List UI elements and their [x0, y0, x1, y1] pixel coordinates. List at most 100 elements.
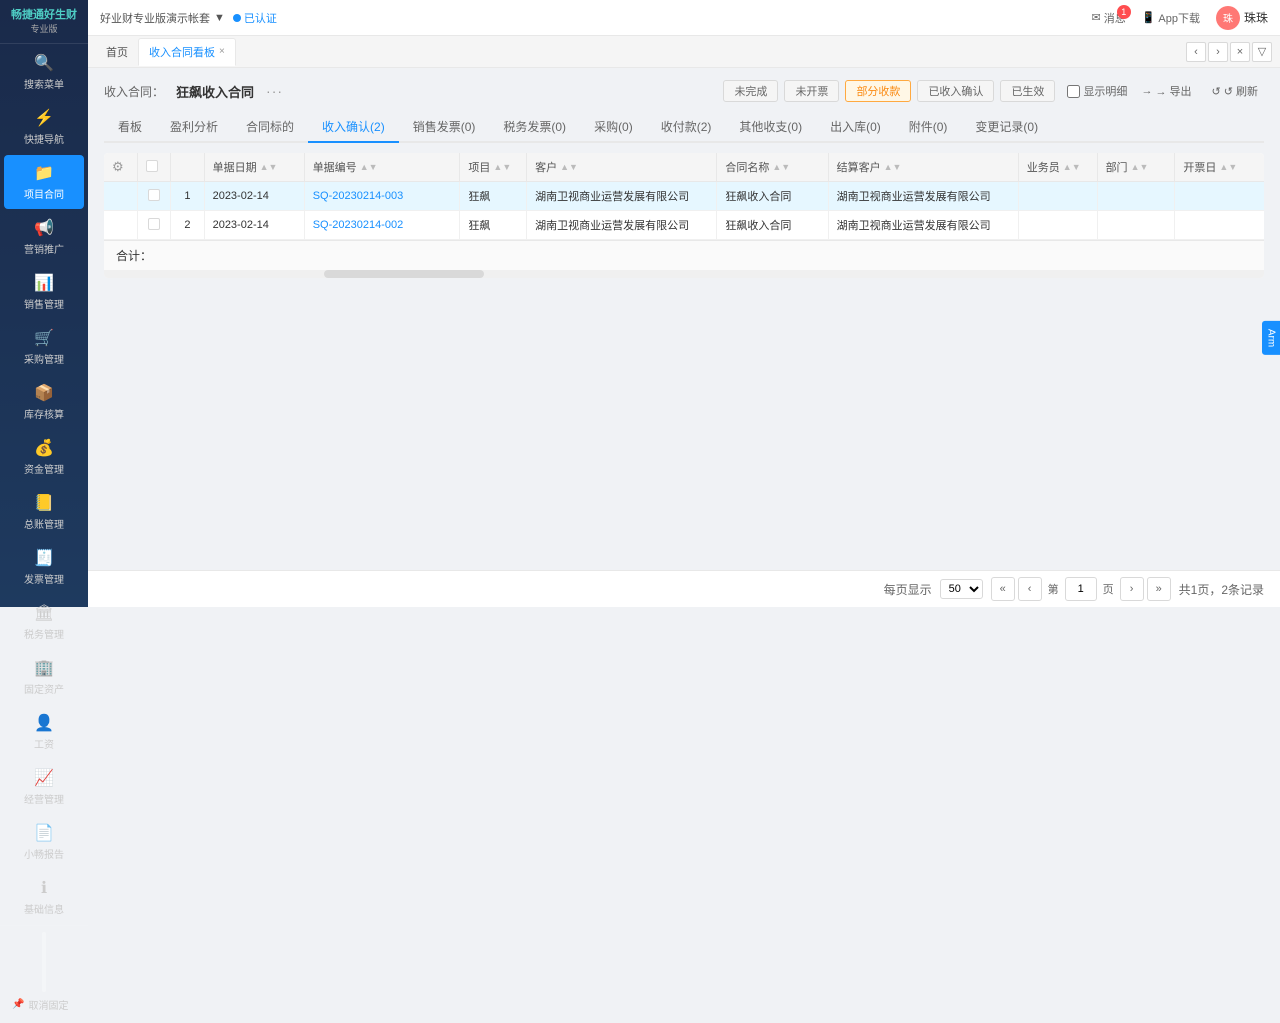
tab-contract-board[interactable]: 收入合同看板 × [138, 38, 236, 66]
sidebar-item-label: 基础信息 [24, 901, 64, 916]
col-sortable-open_date[interactable]: 开票日▲▼ [1183, 159, 1256, 175]
doc-number-link-1[interactable]: SQ-20230214-002 [313, 219, 404, 231]
row-checkbox-1[interactable] [148, 218, 160, 230]
doc-number-link-0[interactable]: SQ-20230214-003 [313, 190, 404, 202]
status-tag-已收入确认[interactable]: 已收入确认 [917, 80, 994, 102]
sidebar-item-fixed-assets[interactable]: 🏢固定资产 [4, 650, 84, 704]
col-header-customer[interactable]: 客户▲▼ [527, 153, 717, 182]
sidebar-item-operations[interactable]: 📈经营管理 [4, 760, 84, 814]
inner-tab-看板[interactable]: 看板 [104, 112, 156, 143]
sidebar-item-reports[interactable]: 📄小畅报告 [4, 815, 84, 869]
pagination-bar: 每页显示 50 « ‹ 第 页 › » 共1页，2条记录 [88, 570, 1280, 607]
cell-checkbox [137, 211, 170, 240]
sidebar-item-search[interactable]: 🔍搜索菜单 [4, 45, 84, 99]
inner-tab-收付款[interactable]: 收付款(2) [647, 112, 726, 143]
col-label-department: 部门 [1106, 159, 1128, 175]
sidebar-item-quick-nav[interactable]: ⚡快捷导航 [4, 100, 84, 154]
col-label-open_date: 开票日 [1183, 159, 1216, 175]
col-sortable-number[interactable]: 单据编号▲▼ [313, 159, 452, 175]
row-checkbox-0[interactable] [148, 189, 160, 201]
col-sortable-salesperson[interactable]: 业务员▲▼ [1027, 159, 1089, 175]
prev-page-button[interactable]: ‹ [1018, 577, 1042, 601]
settings-icon[interactable]: ⚙ [112, 159, 124, 174]
col-header-contract_name[interactable]: 合同名称▲▼ [717, 153, 828, 182]
status-tag-部分收款[interactable]: 部分收款 [845, 80, 911, 102]
col-header-checkbox[interactable] [137, 153, 170, 182]
col-sortable-customer[interactable]: 客户▲▼ [535, 159, 708, 175]
show-detail-input[interactable] [1067, 85, 1080, 98]
tab-home[interactable]: 首页 [96, 38, 138, 66]
col-sortable-department[interactable]: 部门▲▼ [1106, 159, 1167, 175]
sidebar-item-label: 固定资产 [24, 681, 64, 696]
arm-button[interactable]: Arm [1262, 320, 1280, 354]
contract-more-button[interactable]: ··· [266, 83, 283, 99]
sidebar-item-purchase[interactable]: 🛒采购管理 [4, 320, 84, 374]
status-tag-未完成[interactable]: 未完成 [723, 80, 778, 102]
inner-tab-变更记录[interactable]: 变更记录(0) [961, 112, 1052, 143]
user-menu[interactable]: 珠 珠珠 [1216, 6, 1268, 30]
message-button[interactable]: ✉ 消息 1 [1091, 10, 1125, 26]
show-detail-checkbox[interactable]: 显示明细 [1067, 83, 1127, 99]
inner-tab-出入库[interactable]: 出入库(0) [816, 112, 895, 143]
sidebar-item-invoice[interactable]: 🧾发票管理 [4, 540, 84, 594]
sidebar-item-basic-info[interactable]: ℹ基础信息 [4, 870, 84, 924]
col-header-department[interactable]: 部门▲▼ [1097, 153, 1175, 182]
sidebar-item-tax[interactable]: 🏛税务管理 [4, 595, 84, 649]
last-page-button[interactable]: » [1147, 577, 1171, 601]
sidebar-item-hr[interactable]: 👤工资 [4, 705, 84, 759]
col-header-project[interactable]: 项目▲▼ [460, 153, 527, 182]
page-size-select[interactable]: 50 [940, 579, 983, 599]
select-all-checkbox[interactable] [146, 160, 158, 172]
col-header-number[interactable]: 单据编号▲▼ [304, 153, 460, 182]
col-sortable-contract_name[interactable]: 合同名称▲▼ [725, 159, 819, 175]
first-page-button[interactable]: « [991, 577, 1015, 601]
table-row: 12023-02-14SQ-20230214-003狂飙湖南卫视商业运营发展有限… [104, 182, 1264, 211]
pin-label: 取消固定 [28, 997, 68, 1012]
tab-more-button[interactable]: ▽ [1252, 42, 1272, 62]
sidebar-item-label: 快捷导航 [24, 131, 64, 146]
refresh-button[interactable]: ↺ ↺ 刷新 [1206, 81, 1265, 101]
col-header-salesperson[interactable]: 业务员▲▼ [1018, 153, 1097, 182]
company-selector[interactable]: 好业财专业版演示帐套 ▼ [100, 10, 225, 26]
app-download-button[interactable]: 📱 App下载 [1142, 10, 1200, 26]
status-tag-未开票[interactable]: 未开票 [784, 80, 839, 102]
inner-tab-附件[interactable]: 附件(0) [895, 112, 962, 143]
col-sortable-settlement_customer[interactable]: 结算客户▲▼ [837, 159, 1010, 175]
col-header-settlement_customer[interactable]: 结算客户▲▼ [828, 153, 1018, 182]
inner-tab-销售发票[interactable]: 销售发票(0) [399, 112, 490, 143]
sidebar-item-sales[interactable]: 📊销售管理 [4, 265, 84, 319]
tab-next-button[interactable]: › [1208, 42, 1228, 62]
col-header-index[interactable] [171, 153, 204, 182]
page-input[interactable] [1065, 577, 1097, 601]
sidebar: 畅捷通好生财 专业版 🔍搜索菜单⚡快捷导航📁项目合同📢营销推广📊销售管理🛒采购管… [0, 0, 88, 607]
sidebar-item-project-contract[interactable]: 📁项目合同 [4, 155, 84, 209]
inner-tab-收入确认[interactable]: 收入确认(2) [308, 112, 399, 143]
col-header-settings[interactable]: ⚙ [104, 153, 137, 182]
tab-close-icon[interactable]: × [219, 46, 225, 57]
cell-project: 狂飙 [460, 211, 527, 240]
col-sortable-project[interactable]: 项目▲▼ [468, 159, 518, 175]
inner-tab-盈利分析[interactable]: 盈利分析 [156, 112, 232, 143]
sidebar-item-general[interactable]: 📒总账管理 [4, 485, 84, 539]
col-header-date[interactable]: 单据日期▲▼ [204, 153, 304, 182]
next-page-button[interactable]: › [1120, 577, 1144, 601]
col-sortable-date[interactable]: 单据日期▲▼ [213, 159, 296, 175]
tab-close-all-button[interactable]: × [1230, 42, 1250, 62]
marketing-icon: 📢 [34, 218, 54, 238]
export-button[interactable]: → → 导出 [1135, 81, 1197, 101]
col-header-open_date[interactable]: 开票日▲▼ [1175, 153, 1264, 182]
project-contract-icon: 📁 [34, 163, 54, 183]
tab-prev-button[interactable]: ‹ [1186, 42, 1206, 62]
sidebar-item-marketing[interactable]: 📢营销推广 [4, 210, 84, 264]
inner-tab-其他收支[interactable]: 其他收支(0) [725, 112, 816, 143]
inner-tab-合同标的[interactable]: 合同标的 [232, 112, 308, 143]
scrollbar-thumb[interactable] [324, 270, 484, 278]
app-logo-text: 畅捷通好生财 [6, 8, 82, 22]
status-tag-已生效[interactable]: 已生效 [1000, 80, 1055, 102]
horizontal-scrollbar[interactable] [104, 270, 1264, 278]
sidebar-item-inventory[interactable]: 📦库存核算 [4, 375, 84, 429]
sidebar-item-funds[interactable]: 💰资金管理 [4, 430, 84, 484]
inner-tab-税务发票[interactable]: 税务发票(0) [489, 112, 580, 143]
pin-button[interactable]: 📌 取消固定 [4, 992, 84, 1017]
inner-tab-采购[interactable]: 采购(0) [580, 112, 647, 143]
